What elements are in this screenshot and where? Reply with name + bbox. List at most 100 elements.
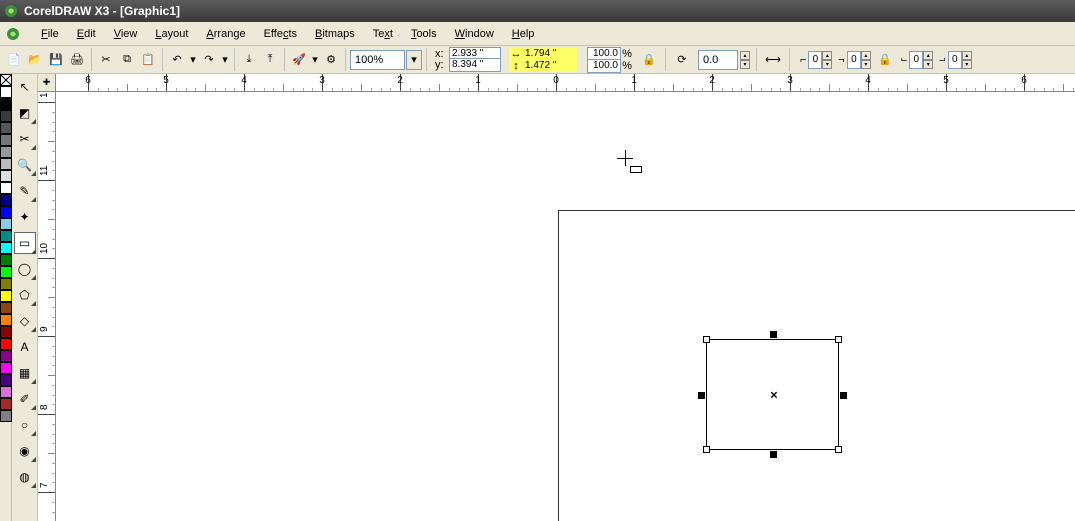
- selected-rectangle[interactable]: ✕: [706, 339, 839, 450]
- handle-bm[interactable]: [770, 451, 777, 458]
- color-swatch-9[interactable]: [0, 194, 12, 206]
- corner-tl[interactable]: ⌐ 0 ▴▾: [800, 49, 832, 71]
- export-button[interactable]: ⤒: [260, 50, 280, 70]
- menu-arrange[interactable]: Arrange: [197, 25, 254, 43]
- tool-smart[interactable]: ✦: [14, 206, 36, 228]
- save-button[interactable]: 💾: [46, 50, 66, 70]
- tool-zoom[interactable]: 🔍: [14, 154, 36, 176]
- object-center[interactable]: ✕: [770, 391, 778, 402]
- handle-tr[interactable]: [835, 336, 842, 343]
- corner-bl[interactable]: ⌐ 0 ▴▾: [901, 49, 933, 71]
- color-swatch-26[interactable]: [0, 398, 12, 410]
- color-swatch-0[interactable]: [0, 86, 12, 98]
- color-swatch-18[interactable]: [0, 302, 12, 314]
- corner-tl-value[interactable]: 0: [808, 51, 822, 69]
- color-swatch-12[interactable]: [0, 230, 12, 242]
- tool-smartfill[interactable]: ◍: [14, 466, 36, 488]
- app-launcher-button[interactable]: 🚀: [289, 50, 309, 70]
- new-button[interactable]: 📄: [4, 50, 24, 70]
- color-swatch-27[interactable]: [0, 410, 12, 422]
- color-swatch-22[interactable]: [0, 350, 12, 362]
- color-swatch-7[interactable]: [0, 170, 12, 182]
- color-swatch-17[interactable]: [0, 290, 12, 302]
- rotation-angle-field[interactable]: 0.0: [698, 50, 738, 70]
- tool-pick[interactable]: ↖: [14, 76, 36, 98]
- color-palette[interactable]: [0, 74, 12, 521]
- color-none[interactable]: [0, 74, 12, 86]
- color-swatch-10[interactable]: [0, 206, 12, 218]
- y-value[interactable]: 8.394 ": [449, 58, 501, 72]
- menu-bitmaps[interactable]: Bitmaps: [306, 25, 364, 43]
- color-swatch-16[interactable]: [0, 278, 12, 290]
- menu-view[interactable]: View: [105, 25, 147, 43]
- zoom-dropdown[interactable]: ▾: [406, 50, 422, 70]
- corner-tr[interactable]: ⌐ 0 ▴▾: [838, 49, 870, 71]
- corner-bl-value[interactable]: 0: [909, 51, 923, 69]
- tool-basic[interactable]: ◇: [14, 310, 36, 332]
- corner-br-value[interactable]: 0: [948, 51, 962, 69]
- print-button[interactable]: 🖨: [67, 50, 87, 70]
- tool-outline[interactable]: ○: [14, 414, 36, 436]
- color-swatch-11[interactable]: [0, 218, 12, 230]
- menu-layout[interactable]: Layout: [146, 25, 197, 43]
- color-swatch-15[interactable]: [0, 266, 12, 278]
- copy-button[interactable]: ⧉: [117, 50, 137, 70]
- menu-file[interactable]: File: [32, 25, 68, 43]
- menu-text[interactable]: Text: [364, 25, 402, 43]
- handle-bl[interactable]: [703, 446, 710, 453]
- tool-crop[interactable]: ✂: [14, 128, 36, 150]
- color-swatch-25[interactable]: [0, 386, 12, 398]
- handle-tl[interactable]: [703, 336, 710, 343]
- color-swatch-1[interactable]: [0, 98, 12, 110]
- vertical-ruler[interactable]: 1211109876: [38, 92, 56, 521]
- menu-edit[interactable]: Edit: [68, 25, 105, 43]
- height-value[interactable]: 1.472 ": [523, 60, 577, 72]
- menu-tools[interactable]: Tools: [402, 25, 446, 43]
- tool-rectangle[interactable]: ▭: [14, 232, 36, 254]
- cut-button[interactable]: ✂: [96, 50, 116, 70]
- undo-dropdown[interactable]: ▾: [188, 50, 198, 70]
- tool-interactive[interactable]: ▦: [14, 362, 36, 384]
- handle-mr[interactable]: [840, 392, 847, 399]
- horizontal-ruler[interactable]: 65432101234567: [56, 74, 1075, 92]
- color-swatch-23[interactable]: [0, 362, 12, 374]
- color-swatch-20[interactable]: [0, 326, 12, 338]
- tool-shape[interactable]: ◩: [14, 102, 36, 124]
- rotation-spinner[interactable]: ▴▾: [740, 51, 750, 69]
- menu-window[interactable]: Window: [446, 25, 503, 43]
- import-button[interactable]: ⤓: [239, 50, 259, 70]
- zoom-level-field[interactable]: 100%: [350, 50, 405, 70]
- color-swatch-19[interactable]: [0, 314, 12, 326]
- corner-br[interactable]: ⌐ 0 ▴▾: [939, 49, 971, 71]
- color-swatch-14[interactable]: [0, 254, 12, 266]
- tool-polygon[interactable]: ⬠: [14, 284, 36, 306]
- open-button[interactable]: 📂: [25, 50, 45, 70]
- tool-ellipse[interactable]: ◯: [14, 258, 36, 280]
- color-swatch-5[interactable]: [0, 146, 12, 158]
- paste-button[interactable]: 📋: [138, 50, 158, 70]
- handle-tm[interactable]: [770, 331, 777, 338]
- options-button[interactable]: ⚙: [321, 50, 341, 70]
- lock-ratio-button[interactable]: 🔒: [639, 50, 659, 70]
- color-swatch-3[interactable]: [0, 122, 12, 134]
- color-swatch-6[interactable]: [0, 158, 12, 170]
- mirror-horizontal-button[interactable]: ⟷: [763, 50, 783, 70]
- redo-button[interactable]: ↷: [199, 50, 219, 70]
- round-corners-lock-button[interactable]: 🔒: [875, 50, 895, 70]
- menu-help[interactable]: Help: [503, 25, 544, 43]
- handle-br[interactable]: [835, 446, 842, 453]
- menu-effects[interactable]: Effects: [255, 25, 306, 43]
- corner-tr-value[interactable]: 0: [847, 51, 861, 69]
- color-swatch-4[interactable]: [0, 134, 12, 146]
- redo-dropdown[interactable]: ▾: [220, 50, 230, 70]
- color-swatch-13[interactable]: [0, 242, 12, 254]
- scale-y-value[interactable]: 100.0: [587, 59, 621, 73]
- tool-freehand[interactable]: ✎: [14, 180, 36, 202]
- tool-eyedrop[interactable]: ✐: [14, 388, 36, 410]
- color-swatch-2[interactable]: [0, 110, 12, 122]
- ruler-corner[interactable]: ✚: [38, 74, 56, 92]
- launcher-dropdown[interactable]: ▾: [310, 50, 320, 70]
- color-swatch-8[interactable]: [0, 182, 12, 194]
- color-swatch-24[interactable]: [0, 374, 12, 386]
- handle-ml[interactable]: [698, 392, 705, 399]
